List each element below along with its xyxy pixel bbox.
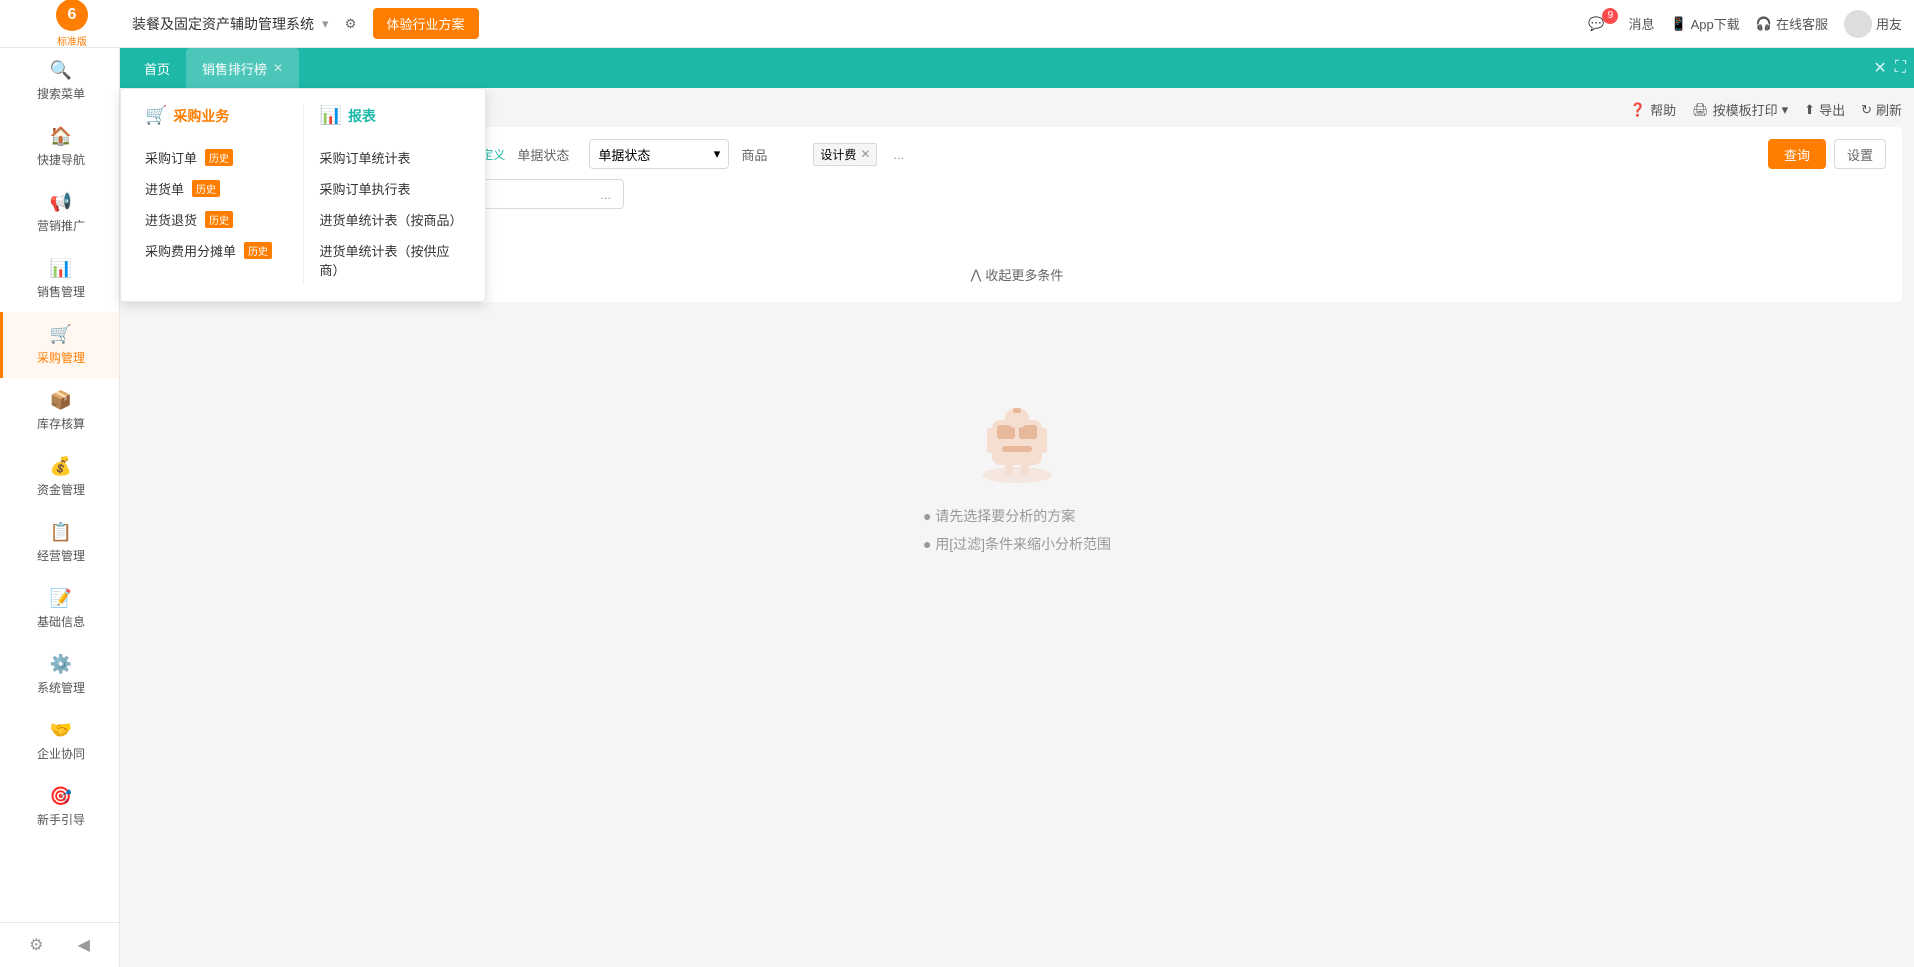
reports-section: 📊 报表 采购订单统计表 采购订单执行表 进货单统计表（按商品） 进货单统计表（… [312, 105, 470, 285]
export-btn[interactable]: ⬆ 导出 [1804, 100, 1845, 119]
sidebar-bottom: ⚙ ◀ [0, 922, 119, 967]
status-label: 单据状态 [517, 145, 577, 164]
tab-expand-icon[interactable]: ⛶ [1895, 59, 1906, 77]
empty-state: ● 请先选择要分析的方案 ● 用[过滤]条件来缩小分析范围 [132, 310, 1902, 638]
user-action[interactable]: 用友 [1844, 10, 1902, 38]
industry-button[interactable]: 体验行业方案 [373, 8, 479, 39]
history-badge-3: 历史 [244, 242, 272, 259]
menu-item-order-stats[interactable]: 采购订单统计表 [320, 142, 462, 173]
sidebar-item-marketing[interactable]: 📢 营销推广 [0, 180, 119, 246]
sidebar-item-guide[interactable]: 🎯 新手引导 [0, 774, 119, 840]
app-download-action[interactable]: 📱 App下载 [1670, 14, 1739, 33]
query-button[interactable]: 查询 [1768, 139, 1826, 169]
system-icon: ⚙️ [50, 654, 72, 675]
reports-section-header: 📊 报表 [320, 105, 462, 130]
tab-sales-rank[interactable]: 销售排行榜 ✕ [186, 48, 299, 88]
refresh-icon: ↻ [1861, 102, 1872, 118]
purchase-dropdown-menu: 🛒 采购业务 采购订单 历史 进货单 历史 进货退货 历史 采购费用分摊单 历史… [120, 88, 486, 302]
sidebar-item-search[interactable]: 🔍 搜索菜单 [0, 48, 119, 114]
top-header: 6 标准版 装餐及固定资产辅助管理系统 ▾ ⚙ 体验行业方案 💬 9 消息 📱 … [0, 0, 1914, 48]
empty-texts: ● 请先选择要分析的方案 ● 用[过滤]条件来缩小分析范围 [923, 502, 1111, 558]
status-dropdown-icon: ▾ [714, 146, 721, 162]
status-select[interactable]: 单据状态 ▾ [589, 139, 729, 169]
tab-home[interactable]: 首页 [128, 48, 186, 88]
logo-text: 标准版 [57, 33, 87, 48]
refresh-btn[interactable]: ↻ 刷新 [1861, 100, 1902, 119]
purchase-business-section: 🛒 采购业务 采购订单 历史 进货单 历史 进货退货 历史 采购费用分摊单 历史 [137, 105, 295, 285]
purchase-section-header: 🛒 采购业务 [145, 105, 287, 130]
sidebar-item-purchase[interactable]: 🛒 采购管理 [0, 312, 119, 378]
finance-icon: 💰 [50, 456, 72, 477]
menu-item-order-exec[interactable]: 采购订单执行表 [320, 173, 462, 204]
search-icon: 🔍 [50, 60, 72, 81]
goods-tag-close[interactable]: ✕ [860, 147, 870, 161]
system-dropdown-arrow[interactable]: ▾ [322, 16, 329, 32]
tab-bar-right: ✕ ⛶ [1873, 58, 1906, 78]
phone-icon: 📱 [1670, 16, 1686, 32]
sidebar-item-system[interactable]: ⚙️ 系统管理 [0, 642, 119, 708]
print-template-btn[interactable]: 🖨 按模板打印 ▾ [1692, 100, 1788, 119]
system-title: 装餐及固定资产辅助管理系统 [132, 14, 314, 34]
guide-icon: 🎯 [50, 786, 72, 807]
sidebar-item-inventory[interactable]: 📦 库存核算 [0, 378, 119, 444]
sidebar-item-enterprise[interactable]: 🤝 企业协同 [0, 708, 119, 774]
header-right: 💬 9 消息 📱 App下载 🎧 在线客服 用友 [1588, 10, 1902, 38]
empty-illustration [967, 390, 1067, 490]
logo-icon: 6 [56, 0, 88, 31]
history-badge-2: 历史 [205, 211, 233, 228]
help-icon: ❓ [1630, 102, 1646, 118]
user-avatar [1844, 10, 1872, 38]
menu-item-purchase-return[interactable]: 进货退货 历史 [145, 204, 287, 235]
menu-item-purchase-expense[interactable]: 采购费用分摊单 历史 [145, 235, 287, 266]
enterprise-icon: 🤝 [50, 720, 72, 741]
sidebar-item-base[interactable]: 📝 基础信息 [0, 576, 119, 642]
sales-icon: 📊 [50, 258, 72, 279]
menu-item-purchase-receipt[interactable]: 进货单 历史 [145, 173, 287, 204]
inventory-icon: 📦 [50, 390, 72, 411]
marketing-icon: 📢 [50, 192, 72, 213]
print-icon: 🖨 [1692, 102, 1709, 118]
goods-label: 商品 [741, 145, 801, 164]
goods-dots-btn[interactable]: ... [889, 147, 908, 162]
menu-item-receipt-by-goods[interactable]: 进货单统计表（按商品） [320, 204, 462, 235]
sidebar-collapse-btn[interactable]: ◀ [78, 935, 90, 955]
sidebar-settings-btn[interactable]: ⚙ [29, 935, 43, 955]
menu-item-purchase-order[interactable]: 采购订单 历史 [145, 142, 287, 173]
messages-action[interactable]: 💬 9 消息 [1588, 14, 1654, 33]
reports-section-icon: 📊 [320, 105, 342, 126]
online-service-action[interactable]: 🎧 在线客服 [1756, 14, 1828, 33]
sidebar: 🔍 搜索菜单 🏠 快捷导航 📢 营销推广 📊 销售管理 🛒 采购管理 📦 库存核… [0, 48, 120, 967]
collapse-arrow-icon: ⋀ [971, 267, 982, 283]
settings-button[interactable]: 设置 [1834, 139, 1886, 169]
sidebar-item-quick[interactable]: 🏠 快捷导航 [0, 114, 119, 180]
tab-close-all-icon[interactable]: ✕ [1873, 58, 1886, 78]
history-badge-0: 历史 [205, 149, 233, 166]
menu-divider [303, 105, 304, 285]
purchase-icon: 🛒 [50, 324, 72, 345]
filter-actions: 查询 设置 [1768, 139, 1886, 169]
base-icon: 📝 [50, 588, 72, 609]
sidebar-item-operations[interactable]: 📋 经营管理 [0, 510, 119, 576]
purchase-section-icon: 🛒 [145, 105, 167, 126]
export-icon: ⬆ [1804, 102, 1815, 118]
header-middle: 装餐及固定资产辅助管理系统 ▾ ⚙ 体验行业方案 [132, 8, 1588, 39]
menu-item-receipt-by-supplier[interactable]: 进货单统计表（按供应商） [320, 235, 462, 285]
sidebar-item-sales[interactable]: 📊 销售管理 [0, 246, 119, 312]
history-badge-1: 历史 [192, 180, 220, 197]
tab-bar: 首页 销售排行榜 ✕ ✕ ⛶ [120, 48, 1914, 88]
tab-close-icon[interactable]: ✕ [273, 61, 283, 75]
operations-icon: 📋 [50, 522, 72, 543]
sidebar-item-finance[interactable]: 💰 资金管理 [0, 444, 119, 510]
help-btn[interactable]: ❓ 帮助 [1630, 100, 1676, 119]
message-badge: 9 [1602, 8, 1618, 24]
goods-tag: 设计费 ✕ [813, 143, 877, 166]
headset-icon: 🎧 [1756, 16, 1772, 32]
home-icon: 🏠 [50, 126, 72, 147]
logo-area: 6 标准版 [12, 0, 132, 48]
print-dropdown-icon: ▾ [1782, 102, 1789, 118]
salesperson-dots[interactable]: ... [596, 187, 615, 202]
settings-icon-btn[interactable]: ⚙ [337, 10, 365, 38]
